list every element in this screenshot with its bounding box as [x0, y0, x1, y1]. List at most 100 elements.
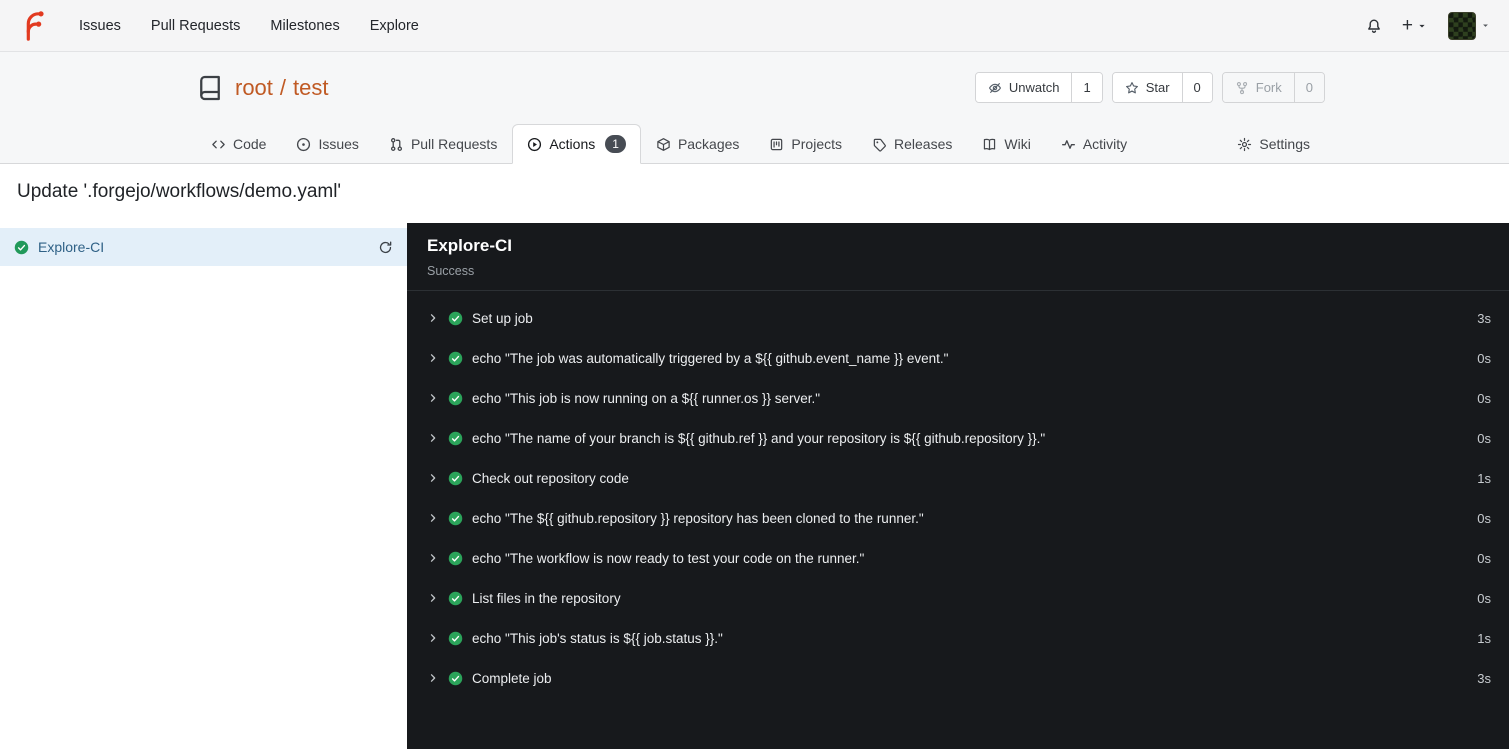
step-row[interactable]: Check out repository code 1s [407, 458, 1509, 498]
step-name: Set up job [472, 310, 533, 326]
chevron-right-icon [427, 472, 439, 484]
star-icon [1125, 81, 1139, 95]
step-duration: 0s [1477, 390, 1491, 406]
star-label: Star [1145, 80, 1170, 95]
step-row[interactable]: List files in the repository 0s [407, 578, 1509, 618]
step-duration: 1s [1477, 630, 1491, 646]
watch-count[interactable]: 1 [1071, 73, 1102, 102]
chevron-right-icon [427, 672, 439, 684]
play-circle-icon [527, 137, 542, 152]
fork-label: Fork [1255, 80, 1282, 95]
repo-icon [196, 74, 224, 102]
job-log-panel: Explore-CI Success Set up job 3s echo "T… [407, 223, 1509, 749]
success-check-icon [448, 471, 463, 486]
success-check-icon [448, 431, 463, 446]
step-row[interactable]: echo "The ${{ github.repository }} repos… [407, 498, 1509, 538]
repo-name-link[interactable]: test [293, 75, 328, 101]
tab-actions[interactable]: Actions 1 [512, 124, 641, 164]
nav-item-issues[interactable]: Issues [64, 0, 136, 52]
repo-actions: Unwatch 1 Star 0 Fork 0 [974, 72, 1325, 103]
tag-icon [872, 137, 887, 152]
tab-code[interactable]: Code [196, 124, 281, 164]
step-row[interactable]: echo "The name of your branch is ${{ git… [407, 418, 1509, 458]
nav-item-milestones[interactable]: Milestones [255, 0, 354, 52]
success-check-icon [448, 351, 463, 366]
notifications-bell-icon[interactable] [1366, 18, 1382, 34]
issue-icon [296, 137, 311, 152]
tab-releases[interactable]: Releases [857, 124, 967, 164]
step-name: echo "The name of your branch is ${{ git… [472, 430, 1046, 446]
tab-pull-requests[interactable]: Pull Requests [374, 124, 512, 164]
repo-tabs: Code Issues Pull Requests Actions 1 Pack… [196, 124, 1325, 164]
star-count[interactable]: 0 [1181, 73, 1212, 102]
create-new-button[interactable]: + [1402, 15, 1428, 37]
star-button[interactable]: Star [1112, 73, 1182, 102]
success-check-icon [448, 591, 463, 606]
success-check-icon [448, 551, 463, 566]
workflow-run-title: Update '.forgejo/workflows/demo.yaml' [17, 181, 342, 202]
step-name: List files in the repository [472, 590, 621, 606]
step-row[interactable]: echo "This job is now running on a ${{ r… [407, 378, 1509, 418]
chevron-right-icon [427, 432, 439, 444]
job-name: Explore-CI [38, 239, 105, 255]
step-name: echo "This job is now running on a ${{ r… [472, 390, 821, 406]
rerun-job-icon[interactable] [378, 240, 393, 255]
tab-activity[interactable]: Activity [1046, 124, 1142, 164]
job-panel-title: Explore-CI [427, 236, 513, 255]
chevron-down-icon [1416, 20, 1428, 32]
chevron-right-icon [427, 592, 439, 604]
repo-owner-link[interactable]: root [235, 75, 273, 101]
tab-wiki[interactable]: Wiki [967, 124, 1045, 164]
fork-button[interactable]: Fork [1222, 73, 1294, 102]
step-name: Complete job [472, 670, 552, 686]
success-check-icon [448, 631, 463, 646]
steps-list: Set up job 3s echo "The job was automati… [407, 291, 1509, 698]
step-name: Check out repository code [472, 470, 629, 486]
success-check-icon [448, 511, 463, 526]
nav-item-pull-requests[interactable]: Pull Requests [136, 0, 255, 52]
step-duration: 0s [1477, 590, 1491, 606]
tab-settings[interactable]: Settings [1222, 124, 1325, 164]
watch-button-group: Unwatch 1 [974, 72, 1103, 103]
step-row[interactable]: echo "The workflow is now ready to test … [407, 538, 1509, 578]
top-navbar: Issues Pull Requests Milestones Explore … [0, 0, 1509, 52]
success-check-icon [14, 240, 29, 255]
chevron-right-icon [427, 312, 439, 324]
avatar [1448, 11, 1476, 40]
nav-links: Issues Pull Requests Milestones Explore [64, 0, 434, 52]
repo-header: root / test Unwatch 1 Star 0 Fork 0 Code… [0, 52, 1509, 164]
step-row[interactable]: echo "The job was automatically triggere… [407, 338, 1509, 378]
tab-issues[interactable]: Issues [281, 124, 373, 164]
tab-projects[interactable]: Projects [754, 124, 857, 164]
step-duration: 0s [1477, 430, 1491, 446]
chevron-right-icon [427, 392, 439, 404]
repo-title: root / test [235, 75, 329, 101]
step-name: echo "The job was automatically triggere… [472, 350, 949, 366]
nav-item-explore[interactable]: Explore [355, 0, 434, 52]
fork-count[interactable]: 0 [1293, 73, 1324, 102]
fork-button-group: Fork 0 [1221, 72, 1325, 103]
step-row[interactable]: Set up job 3s [407, 298, 1509, 338]
project-board-icon [769, 137, 784, 152]
eye-slash-icon [988, 81, 1002, 95]
forgejo-logo-icon[interactable] [18, 11, 48, 41]
fork-icon [1235, 81, 1249, 95]
step-name: echo "This job's status is ${{ job.statu… [472, 630, 723, 646]
user-menu[interactable] [1448, 11, 1491, 40]
unwatch-button[interactable]: Unwatch [975, 73, 1072, 102]
step-duration: 0s [1477, 510, 1491, 526]
actions-count-badge: 1 [605, 135, 626, 153]
chevron-right-icon [427, 552, 439, 564]
step-row[interactable]: Complete job 3s [407, 658, 1509, 698]
chevron-right-icon [427, 512, 439, 524]
job-panel-header: Explore-CI Success [407, 223, 1509, 291]
job-item-explore-ci[interactable]: Explore-CI [0, 228, 407, 266]
unwatch-label: Unwatch [1008, 80, 1060, 95]
star-button-group: Star 0 [1111, 72, 1213, 103]
success-check-icon [448, 311, 463, 326]
step-name: echo "The workflow is now ready to test … [472, 550, 865, 566]
tab-packages[interactable]: Packages [641, 124, 754, 164]
step-duration: 3s [1477, 310, 1491, 326]
job-status-text: Success [427, 264, 475, 278]
step-row[interactable]: echo "This job's status is ${{ job.statu… [407, 618, 1509, 658]
